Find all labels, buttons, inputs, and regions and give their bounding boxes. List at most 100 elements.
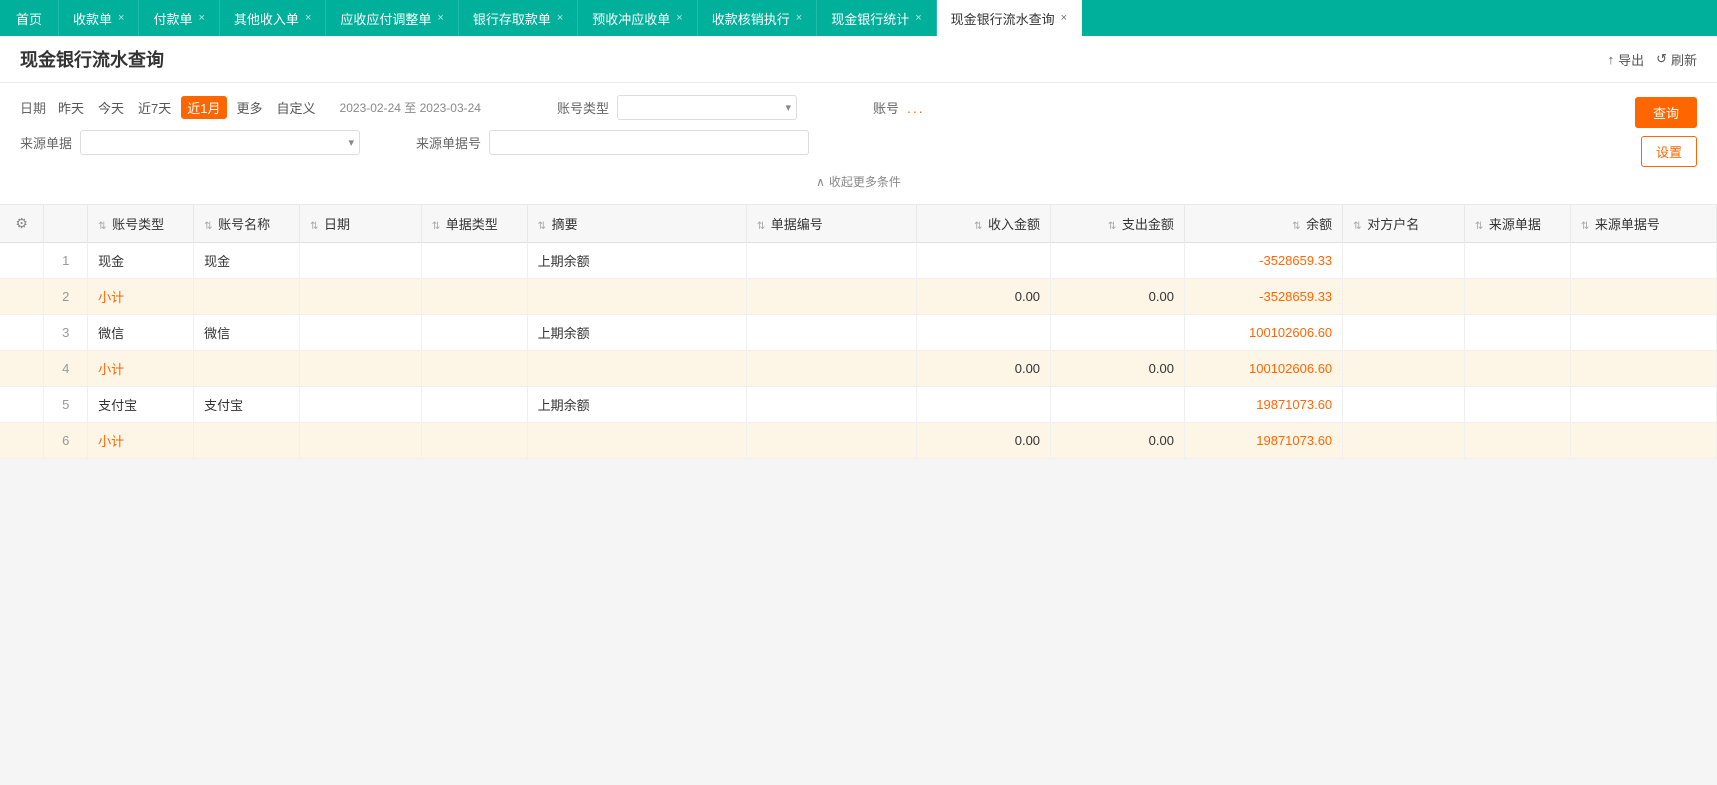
nav-tab-bank-deposit-label: 银行存取款单 [473, 9, 551, 28]
top-nav: 首页 收款单 × 付款单 × 其他收入单 × 应收应付调整单 × 银行存取款单 … [0, 0, 1717, 36]
th-date[interactable]: ⇅ 日期 [300, 205, 422, 243]
sort-icon: ⇅ [204, 221, 212, 232]
th-doc-type[interactable]: ⇅ 单据类型 [421, 205, 527, 243]
nav-tab-other-income-label: 其他收入单 [234, 9, 299, 28]
date-opt-today[interactable]: 今天 [94, 96, 128, 119]
nav-tab-bank-stats[interactable]: 现金银行统计 × [817, 0, 936, 36]
source-doc-no-group: 来源单据号 [416, 130, 809, 155]
chevron-up-icon: ∧ [816, 175, 825, 189]
date-opt-custom[interactable]: 自定义 [273, 96, 320, 119]
sort-icon: ⇅ [1292, 221, 1300, 232]
nav-tab-bank-deposit[interactable]: 银行存取款单 × [459, 0, 578, 36]
table-container: ⚙ ⇅ 账号类型 ⇅ 账号名称 ⇅ 日期 ⇅ 单据类型 [0, 205, 1717, 459]
filter-area: 日期 昨天 今天 近7天 近1月 更多 自定义 2023-02-24 至 202… [0, 83, 1717, 205]
date-opt-yesterday[interactable]: 昨天 [54, 96, 88, 119]
th-doc-no[interactable]: ⇅ 单据编号 [746, 205, 916, 243]
sort-icon: ⇅ [757, 221, 765, 232]
th-source-doc[interactable]: ⇅ 来源单据 [1464, 205, 1570, 243]
refresh-label: 刷新 [1671, 50, 1697, 69]
nav-tab-home[interactable]: 首页 [0, 0, 59, 36]
sort-icon: ⇅ [1353, 221, 1361, 232]
date-opt-7days[interactable]: 近7天 [134, 96, 175, 119]
nav-tab-other-income[interactable]: 其他收入单 × [220, 0, 326, 36]
sort-icon: ⇅ [974, 221, 982, 232]
close-icon[interactable]: × [796, 12, 802, 24]
date-options: 昨天 今天 近7天 近1月 更多 自定义 [54, 96, 320, 119]
nav-tab-verify-label: 收款核销执行 [712, 9, 790, 28]
query-button[interactable]: 查询 [1635, 97, 1697, 128]
close-icon[interactable]: × [198, 12, 204, 24]
page-title: 现金银行流水查询 [20, 46, 164, 72]
header-actions: ↑ 导出 ↺ 刷新 [1608, 50, 1697, 69]
refresh-icon: ↺ [1656, 51, 1667, 67]
source-doc-no-label: 来源单据号 [416, 133, 481, 152]
table-row[interactable]: 1现金现金上期余额-3528659.33 [0, 243, 1717, 279]
close-icon[interactable]: × [305, 12, 311, 24]
nav-tab-receive[interactable]: 收款单 × [59, 0, 139, 36]
refresh-button[interactable]: ↺ 刷新 [1656, 50, 1697, 69]
right-actions: 查询 设置 [1635, 95, 1697, 167]
account-type-select-wrapper[interactable]: ▾ [617, 95, 797, 120]
collapse-bar[interactable]: ∧ 收起更多条件 [20, 171, 1697, 192]
th-source-doc-no[interactable]: ⇅ 来源单据号 [1570, 205, 1716, 243]
th-expense[interactable]: ⇅ 支出金额 [1051, 205, 1185, 243]
settings-button[interactable]: 设置 [1641, 136, 1697, 167]
ellipsis-button[interactable]: ... [907, 100, 925, 116]
source-doc-select-wrapper[interactable]: ▾ [80, 130, 360, 155]
table-header-row: ⚙ ⇅ 账号类型 ⇅ 账号名称 ⇅ 日期 ⇅ 单据类型 [0, 205, 1717, 243]
th-income[interactable]: ⇅ 收入金额 [917, 205, 1051, 243]
sort-icon: ⇅ [1108, 221, 1116, 232]
date-opt-more[interactable]: 更多 [233, 96, 267, 119]
export-button[interactable]: ↑ 导出 [1608, 50, 1645, 69]
table-row[interactable]: 4小计0.000.00100102606.60 [0, 351, 1717, 387]
nav-tab-home-label: 首页 [16, 9, 42, 28]
close-icon[interactable]: × [118, 12, 124, 24]
nav-tab-ar-adjust[interactable]: 应收应付调整单 × [326, 0, 458, 36]
th-summary[interactable]: ⇅ 摘要 [527, 205, 746, 243]
nav-tab-verify[interactable]: 收款核销执行 × [698, 0, 817, 36]
nav-tab-pre-offset-label: 预收冲应收单 [592, 9, 670, 28]
account-no-label: 账号 [873, 98, 899, 117]
th-settings: ⚙ [0, 205, 44, 243]
data-table: ⚙ ⇅ 账号类型 ⇅ 账号名称 ⇅ 日期 ⇅ 单据类型 [0, 205, 1717, 459]
nav-tab-bank-flow[interactable]: 现金银行流水查询 × [937, 0, 1082, 36]
close-icon[interactable]: × [437, 12, 443, 24]
th-balance[interactable]: ⇅ 余额 [1184, 205, 1342, 243]
th-account-name[interactable]: ⇅ 账号名称 [194, 205, 300, 243]
gear-icon[interactable]: ⚙ [15, 215, 28, 231]
table-row[interactable]: 5支付宝支付宝上期余额19871073.60 [0, 387, 1717, 423]
date-opt-1month[interactable]: 近1月 [181, 96, 226, 119]
nav-tab-bank-flow-label: 现金银行流水查询 [951, 9, 1055, 28]
nav-tab-payment-label: 付款单 [153, 9, 192, 28]
table-row[interactable]: 2小计0.000.00-3528659.33 [0, 279, 1717, 315]
close-icon[interactable]: × [915, 12, 921, 24]
th-counter-party[interactable]: ⇅ 对方户名 [1343, 205, 1465, 243]
page-header: 现金银行流水查询 ↑ 导出 ↺ 刷新 [0, 36, 1717, 83]
date-label: 日期 [20, 98, 46, 117]
source-doc-group: 来源单据 ▾ [20, 130, 360, 155]
th-num [44, 205, 88, 243]
nav-tab-receive-label: 收款单 [73, 9, 112, 28]
table-row[interactable]: 6小计0.000.0019871073.60 [0, 423, 1717, 459]
source-doc-label: 来源单据 [20, 133, 72, 152]
nav-tab-ar-adjust-label: 应收应付调整单 [340, 9, 431, 28]
account-type-label: 账号类型 [557, 98, 609, 117]
export-icon: ↑ [1608, 52, 1615, 67]
close-icon[interactable]: × [676, 12, 682, 24]
filter-row-2: 来源单据 ▾ 来源单据号 [20, 130, 1595, 155]
close-icon[interactable]: × [557, 12, 563, 24]
account-type-select[interactable] [617, 95, 797, 120]
sort-icon: ⇅ [1581, 221, 1589, 232]
account-no-group: 账号 ... [873, 98, 925, 117]
th-account-type[interactable]: ⇅ 账号类型 [88, 205, 194, 243]
date-range-display: 2023-02-24 至 2023-03-24 [340, 99, 481, 116]
nav-tab-pre-offset[interactable]: 预收冲应收单 × [578, 0, 697, 36]
collapse-label: 收起更多条件 [829, 173, 901, 190]
source-doc-no-input[interactable] [489, 130, 809, 155]
source-doc-select[interactable] [80, 130, 360, 155]
sort-icon: ⇅ [1475, 221, 1483, 232]
close-icon[interactable]: × [1061, 12, 1067, 24]
export-label: 导出 [1618, 50, 1644, 69]
nav-tab-payment[interactable]: 付款单 × [139, 0, 219, 36]
table-row[interactable]: 3微信微信上期余额100102606.60 [0, 315, 1717, 351]
